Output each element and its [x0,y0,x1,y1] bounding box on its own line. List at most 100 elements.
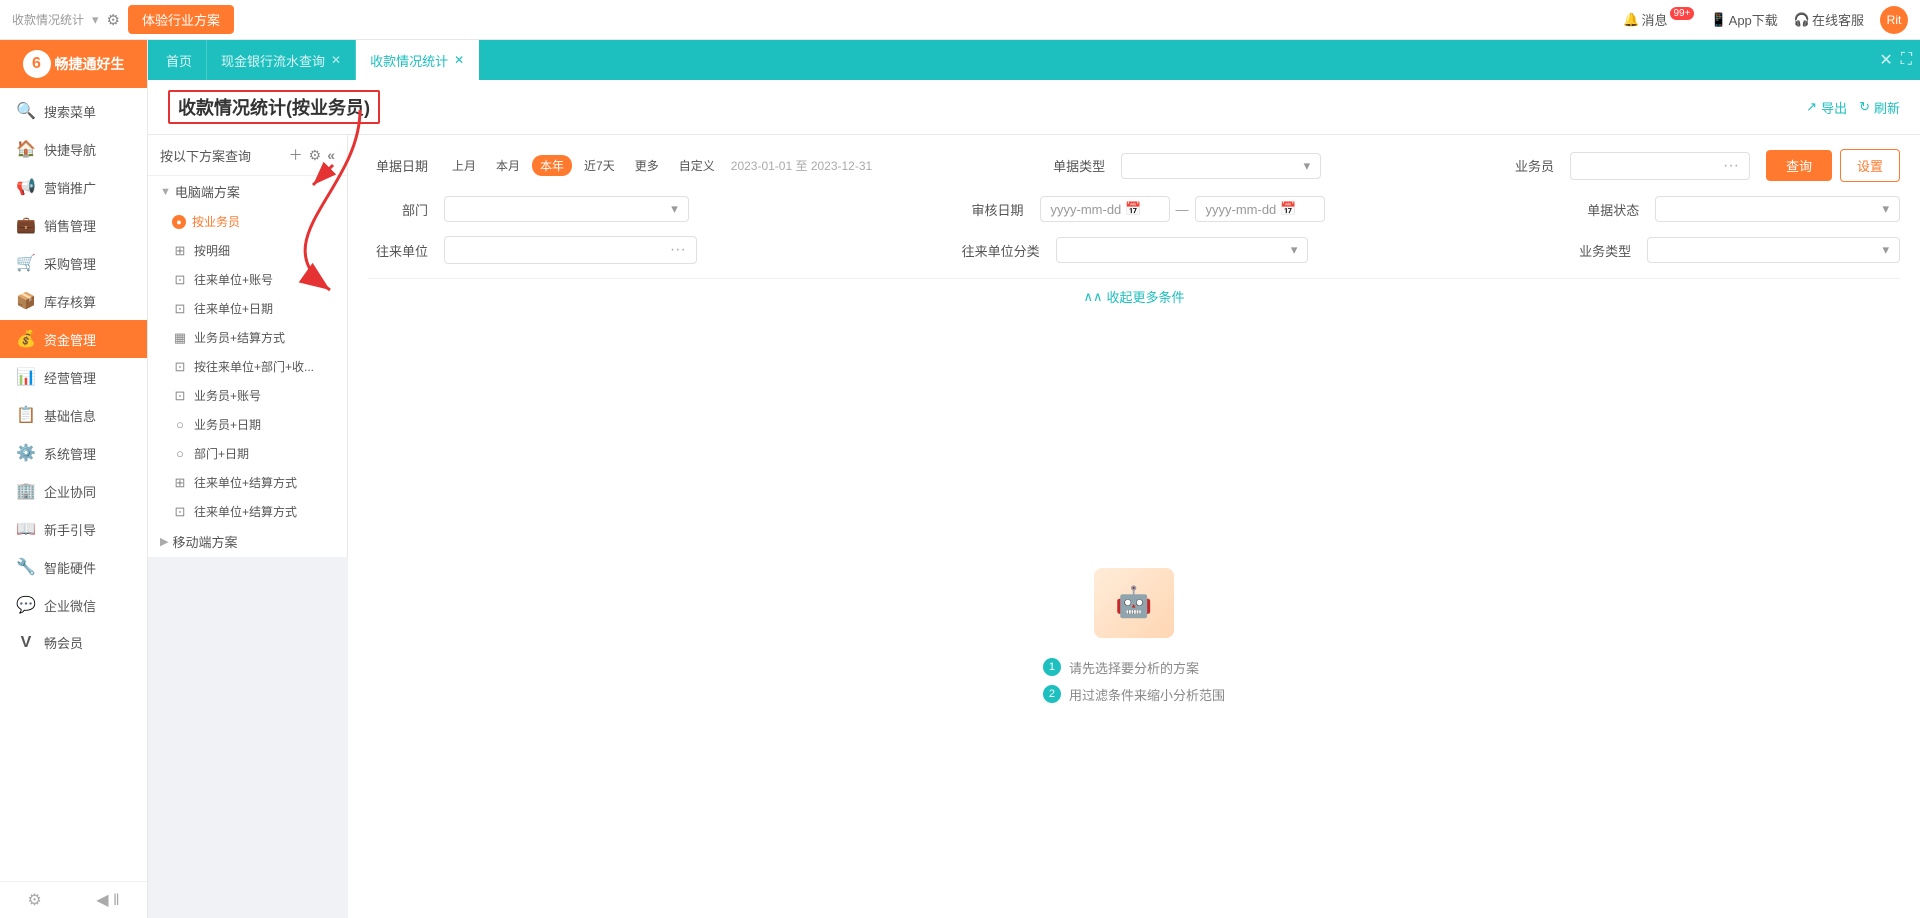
sidebar-item-label: 畅会员 [44,633,83,652]
sidebar-item-sales[interactable]: 💼 销售管理 [0,206,147,244]
sidebar-item-enterprise[interactable]: 🏢 企业协同 [0,472,147,510]
scheme-collapse-icon[interactable]: « [327,147,335,163]
scheme-item-salesperson-date[interactable]: ○ 业务员+日期 [148,410,347,439]
empty-steps: 1 请先选择要分析的方案 2 用过滤条件来缩小分析范围 [1043,658,1225,712]
partner-category-select[interactable]: ▾ [1056,237,1309,263]
more-options-icon[interactable]: ··· [1723,157,1739,175]
partner-dept-icon: ⊡ [172,359,188,375]
scheme-item-label: 业务员+账号 [194,387,261,404]
scheme-item-partner-account[interactable]: ⊡ 往来单位+账号 [148,265,347,294]
collapse-label: 收起更多条件 [1107,287,1185,306]
salesperson-select[interactable]: ··· [1570,152,1750,180]
business-type-select[interactable]: ▾ [1647,237,1900,263]
date-tab-last-7[interactable]: 近7天 [576,155,623,176]
filter-panel: 单据日期 上月 本月 本年 近7天 更多 自定义 2023-01-01 至 20… [348,135,1920,328]
tab-bank-flow-close[interactable]: ✕ [331,54,341,66]
tab-close-all-icon[interactable]: ✕ [1879,50,1892,70]
dept-select[interactable]: ▾ [444,196,689,222]
scheme-add-icon[interactable]: ＋ [289,145,303,165]
collapse-filter-button[interactable]: ∧∧ 收起更多条件 [368,278,1900,314]
empty-step-2: 2 用过滤条件来缩小分析范围 [1043,685,1225,704]
sidebar-item-beginner[interactable]: 📖 新手引导 [0,510,147,548]
scheme-item-dept-date[interactable]: ○ 部门+日期 [148,439,347,468]
panel-container: 按以下方案查询 ＋ ⚙ « ▼ 电脑端方案 [148,135,1920,918]
sidebar-item-marketing[interactable]: 📢 营销推广 [0,168,147,206]
sidebar-item-member[interactable]: V 畅会员 [0,624,147,661]
salesperson-date-icon: ○ [172,417,188,432]
scheme-item-salesperson-account[interactable]: ⊡ 业务员+账号 [148,381,347,410]
doc-type-select[interactable]: ▾ [1121,153,1321,179]
sidebar-item-search-menu[interactable]: 🔍 搜索菜单 [0,92,147,130]
date-tab-this-month[interactable]: 本月 [488,155,528,176]
filter-row-2: 部门 ▾ 审核日期 yyyy-mm-dd 📅 [368,196,1900,222]
online-service[interactable]: 🎧 在线客服 [1794,10,1864,29]
sidebar-item-finance[interactable]: 💰 资金管理 [0,320,147,358]
scheme-panel: 按以下方案查询 ＋ ⚙ « ▼ 电脑端方案 [148,135,348,557]
download-icon: 📱 [1710,12,1726,28]
gear-icon[interactable]: ⚙ [107,11,120,29]
scheme-item-label: 业务员+结算方式 [194,329,285,346]
system-icon: ⚙️ [16,443,36,463]
sidebar-item-quick-nav[interactable]: 🏠 快捷导航 [0,130,147,168]
date-tab-this-year[interactable]: 本年 [532,155,572,176]
enterprise-wechat-icon: 💬 [16,595,36,615]
tab-collection-stats-close[interactable]: ✕ [454,54,464,66]
sidebar-item-enterprise-wechat[interactable]: 💬 企业微信 [0,586,147,624]
member-icon: V [16,634,36,652]
sidebar-item-label: 快捷导航 [44,140,96,159]
partner-more-icon[interactable]: ··· [670,241,686,259]
export-button[interactable]: ↗ 导出 [1806,98,1847,117]
step-2-text: 用过滤条件来缩小分析范围 [1069,685,1225,704]
sidebar-item-operations[interactable]: 📊 经营管理 [0,358,147,396]
collapse-sidebar-icon[interactable]: ◀ ‖ [96,890,119,910]
sidebar-item-basic-info[interactable]: 📋 基础信息 [0,396,147,434]
app-download[interactable]: 📱 App下载 [1710,10,1777,29]
page-header: 收款情况统计(按业务员) ↗ 导出 ↻ 刷新 [148,80,1920,135]
empty-box-icon: 🤖 [1094,568,1174,638]
review-date-start[interactable]: yyyy-mm-dd 📅 [1040,196,1170,222]
date-tab-custom[interactable]: 自定义 [671,155,723,176]
scheme-item-partner-date[interactable]: ⊡ 往来单位+日期 [148,294,347,323]
tab-fullscreen-icon[interactable]: ⛶ [1901,51,1912,69]
tab-collection-stats[interactable]: 收款情况统计 ✕ [356,40,479,80]
notification-area[interactable]: 🔔 消息 99+ [1623,10,1694,29]
tab-bank-flow[interactable]: 现金银行流水查询 ✕ [207,40,356,80]
scheme-item-label: 按明细 [194,242,230,259]
review-date-end[interactable]: yyyy-mm-dd 📅 [1195,196,1325,222]
calendar-end-icon[interactable]: 📅 [1280,201,1296,217]
scheme-item-partner-settle1[interactable]: ⊞ 往来单位+结算方式 [148,468,347,497]
filter-actions: 查询 设置 [1766,149,1900,182]
notification-badge: 99+ [1670,7,1695,20]
setting-button[interactable]: 设置 [1840,149,1900,182]
date-tab-more[interactable]: 更多 [627,155,667,176]
bell-icon: 🔔 [1623,12,1639,28]
dept-label: 部门 [368,200,428,219]
tab-home[interactable]: 首页 [152,40,207,80]
calendar-start-icon[interactable]: 📅 [1125,201,1141,217]
scheme-group-mobile-title[interactable]: ▶ 移动端方案 [148,526,347,557]
sidebar-item-inventory[interactable]: 📦 库存核算 [0,282,147,320]
settings-bottom-icon[interactable]: ⚙ [27,890,41,910]
partner-select[interactable]: ··· [444,236,697,264]
dropdown-icon[interactable]: ▾ [92,12,99,28]
refresh-button[interactable]: ↻ 刷新 [1859,98,1900,117]
user-avatar[interactable]: Rit [1880,6,1908,34]
partner-label: 往来单位 [368,241,428,260]
scheme-item-salesperson-settle[interactable]: ▦ 业务员+结算方式 [148,323,347,352]
doc-status-select[interactable]: ▾ [1655,196,1900,222]
scheme-item-partner-dept-collect[interactable]: ⊡ 按往来单位+部门+收... [148,352,347,381]
date-tab-last-month[interactable]: 上月 [444,155,484,176]
scheme-item-label: 业务员+日期 [194,416,261,433]
scheme-group-desktop-title[interactable]: ▼ 电脑端方案 [148,176,347,207]
trial-button[interactable]: 体验行业方案 [128,5,234,34]
query-button[interactable]: 查询 [1766,150,1832,181]
scheme-item-by-detail[interactable]: ⊞ 按明细 [148,236,347,265]
sidebar-item-system[interactable]: ⚙️ 系统管理 [0,434,147,472]
partner-settle1-icon: ⊞ [172,475,188,491]
scheme-settings-icon[interactable]: ⚙ [309,147,322,164]
sidebar-item-smart-hw[interactable]: 🔧 智能硬件 [0,548,147,586]
scheme-item-partner-settle2[interactable]: ⊡ 往来单位+结算方式 [148,497,347,526]
sidebar-item-purchase[interactable]: 🛒 采购管理 [0,244,147,282]
scheme-item-by-salesperson[interactable]: ● 按业务员 [148,207,347,236]
page-header-actions: ↗ 导出 ↻ 刷新 [1806,98,1900,117]
